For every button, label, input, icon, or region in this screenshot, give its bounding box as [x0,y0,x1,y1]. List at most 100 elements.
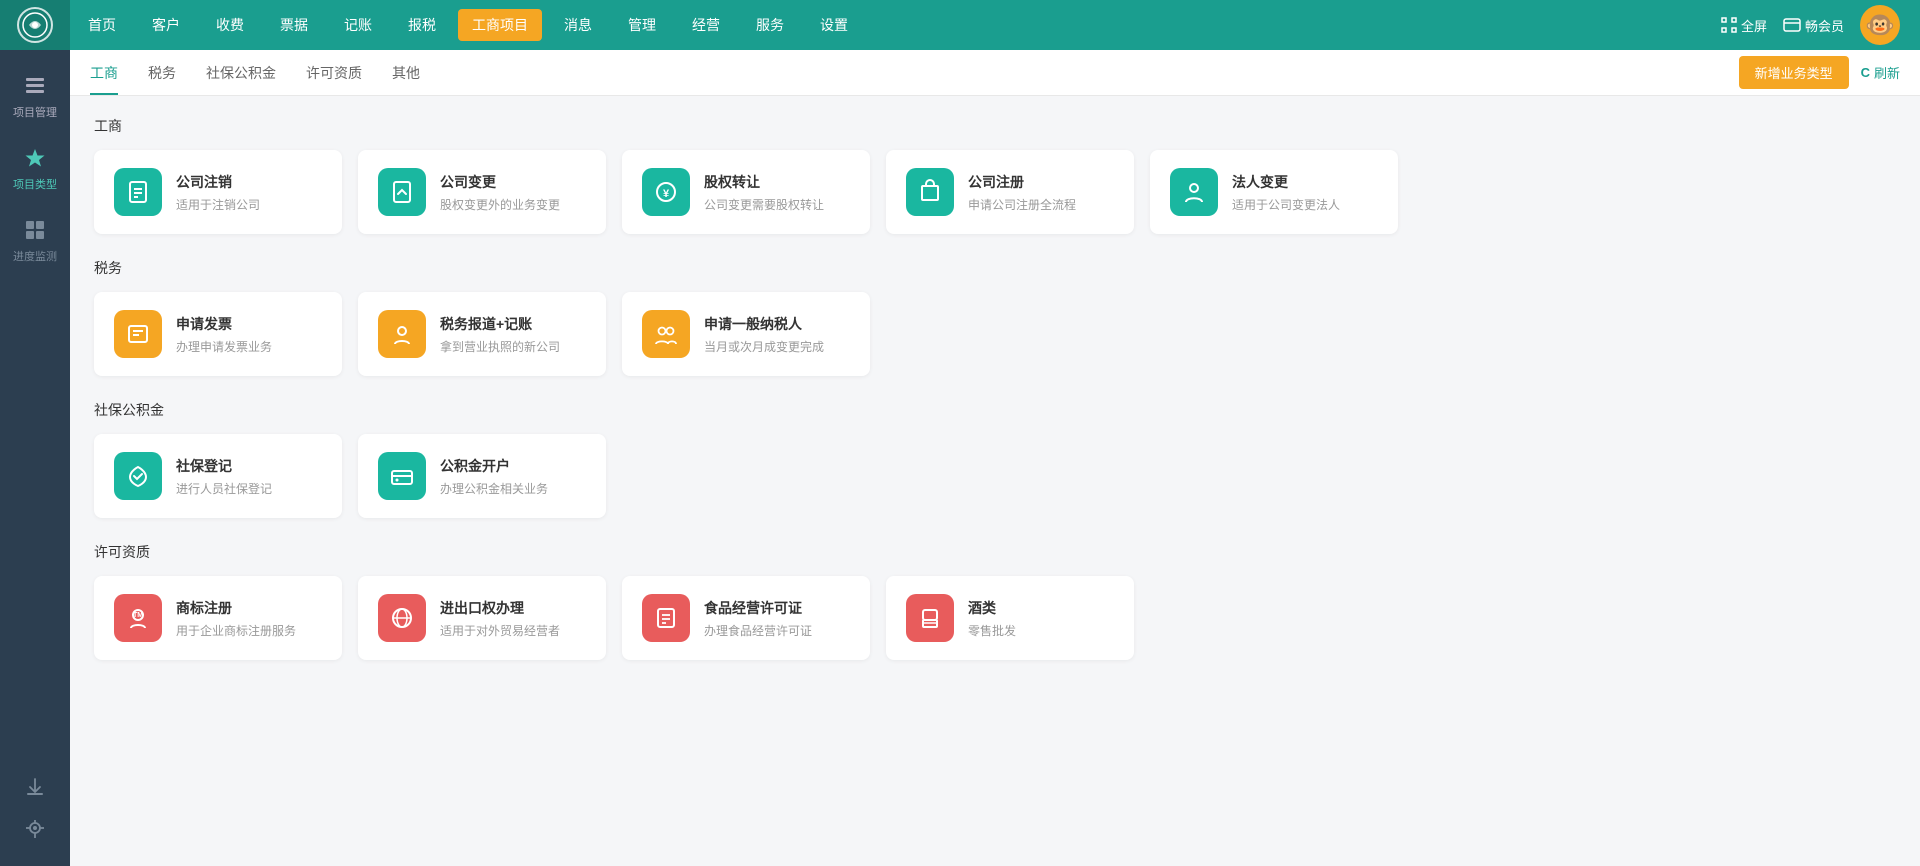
tab-社保公积金[interactable]: 社保公积金 [206,50,276,95]
section-title-许可资质: 许可资质 [94,542,1896,562]
card-info: 商标注册用于企业商标注册服务 [176,598,296,639]
card-title: 公司注销 [176,172,260,192]
section-title-社保公积金: 社保公积金 [94,400,1896,420]
card-icon [114,452,162,500]
card-icon: ¥ [642,168,690,216]
card-title: 进出口权办理 [440,598,560,618]
card-info: 税务报道+记账拿到营业执照的新公司 [440,314,560,355]
nav-item-经营[interactable]: 经营 [674,0,738,50]
business-card[interactable]: 进出口权办理适用于对外贸易经营者 [358,576,606,660]
business-card[interactable]: TM商标注册用于企业商标注册服务 [94,576,342,660]
card-title: 公司变更 [440,172,560,192]
member-button[interactable]: 畅会员 [1783,16,1844,35]
nav-item-服务[interactable]: 服务 [738,0,802,50]
star-icon [21,144,49,172]
tab-bar: 工商税务社保公积金许可资质其他 新增业务类型 C 刷新 [70,50,1920,96]
nav-item-收费[interactable]: 收费 [198,0,262,50]
business-card[interactable]: 社保登记进行人员社保登记 [94,434,342,518]
card-icon [1170,168,1218,216]
business-card[interactable]: 申请发票办理申请发票业务 [94,292,342,376]
sidebar-item-project-management[interactable]: 项目管理 [0,60,70,132]
avatar[interactable]: 🐵 [1860,5,1900,45]
business-card[interactable]: 公司注销适用于注销公司 [94,150,342,234]
card-icon [114,310,162,358]
nav-item-票据[interactable]: 票据 [262,0,326,50]
card-desc: 适用于对外贸易经营者 [440,622,560,639]
business-card[interactable]: ¥ 股权转让公司变更需要股权转让 [622,150,870,234]
tab-许可资质[interactable]: 许可资质 [306,50,362,95]
card-icon [642,594,690,642]
business-card[interactable]: 税务报道+记账拿到营业执照的新公司 [358,292,606,376]
new-type-button[interactable]: 新增业务类型 [1739,56,1849,89]
card-icon [378,310,426,358]
card-info: 股权转让公司变更需要股权转让 [704,172,824,213]
tab-工商[interactable]: 工商 [90,50,118,95]
card-icon [378,168,426,216]
logo[interactable] [0,0,70,50]
card-icon [642,310,690,358]
card-desc: 用于企业商标注册服务 [176,622,296,639]
card-title: 税务报道+记账 [440,314,560,334]
member-label: 畅会员 [1805,16,1844,35]
card-info: 公积金开户办理公积金相关业务 [440,456,548,497]
nav-item-客户[interactable]: 客户 [134,0,198,50]
sidebar-label-project-management: 项目管理 [13,104,57,120]
nav-item-设置[interactable]: 设置 [802,0,866,50]
sidebar-item-progress-monitor[interactable]: 进度监测 [0,204,70,276]
nav-item-记账[interactable]: 记账 [326,0,390,50]
nav-item-报税[interactable]: 报税 [390,0,454,50]
card-desc: 办理申请发票业务 [176,338,272,355]
card-title: 法人变更 [1232,172,1340,192]
nav-item-工商项目[interactable]: 工商项目 [458,9,542,41]
card-info: 酒类零售批发 [968,598,1016,639]
nav-menu: 首页客户收费票据记账报税工商项目消息管理经营服务设置 [70,0,1721,50]
card-icon [114,168,162,216]
tab-其他[interactable]: 其他 [392,50,420,95]
business-card[interactable]: 申请一般纳税人当月或次月成变更完成 [622,292,870,376]
card-info: 法人变更适用于公司变更法人 [1232,172,1340,213]
business-card[interactable]: 公司注册申请公司注册全流程 [886,150,1134,234]
svg-text:¥: ¥ [663,188,670,200]
top-navigation: 首页客户收费票据记账报税工商项目消息管理经营服务设置 全屏 畅会员 🐵 [0,0,1920,50]
scroll-content[interactable]: 工商公司注销适用于注销公司 公司变更股权变更外的业务变更 ¥ 股权转让公司变更需要股权… [70,96,1920,866]
business-card[interactable]: 法人变更适用于公司变更法人 [1150,150,1398,234]
card-title: 酒类 [968,598,1016,618]
card-desc: 当月或次月成变更完成 [704,338,824,355]
grid-icon [21,216,49,244]
cards-grid-税务: 申请发票办理申请发票业务 税务报道+记账拿到营业执照的新公司 申请一般纳税人当月或次… [94,292,1896,376]
business-card[interactable]: 酒类零售批发 [886,576,1134,660]
tab-税务[interactable]: 税务 [148,50,176,95]
card-title: 股权转让 [704,172,824,192]
sidebar-item-project-type[interactable]: 项目类型 [0,132,70,204]
sidebar-download-button[interactable] [0,766,70,808]
sidebar: 项目管理 项目类型 进度监测 [0,50,70,866]
main-layout: 项目管理 项目类型 进度监测 [0,50,1920,866]
card-info: 进出口权办理适用于对外贸易经营者 [440,598,560,639]
fullscreen-button[interactable]: 全屏 [1721,16,1767,35]
refresh-button[interactable]: C 刷新 [1861,63,1900,82]
fullscreen-label: 全屏 [1741,16,1767,35]
business-card[interactable]: 公积金开户办理公积金相关业务 [358,434,606,518]
list-icon [21,72,49,100]
sidebar-location-button[interactable] [0,808,70,850]
refresh-icon: C [1861,65,1870,80]
business-card[interactable]: 食品经营许可证办理食品经营许可证 [622,576,870,660]
card-desc: 办理食品经营许可证 [704,622,812,639]
card-info: 公司注销适用于注销公司 [176,172,260,213]
card-title: 公司注册 [968,172,1076,192]
nav-item-消息[interactable]: 消息 [546,0,610,50]
nav-item-管理[interactable]: 管理 [610,0,674,50]
card-desc: 办理公积金相关业务 [440,480,548,497]
logo-icon [17,7,53,43]
card-title: 申请一般纳税人 [704,314,824,334]
sidebar-bottom [0,766,70,866]
content-area: 工商税务社保公积金许可资质其他 新增业务类型 C 刷新 工商公司注销适用于注销公… [70,50,1920,866]
card-desc: 拿到营业执照的新公司 [440,338,560,355]
card-desc: 适用于注销公司 [176,196,260,213]
nav-item-首页[interactable]: 首页 [70,0,134,50]
card-icon [906,594,954,642]
business-card[interactable]: 公司变更股权变更外的业务变更 [358,150,606,234]
section-title-工商: 工商 [94,116,1896,136]
card-title: 社保登记 [176,456,272,476]
card-desc: 零售批发 [968,622,1016,639]
